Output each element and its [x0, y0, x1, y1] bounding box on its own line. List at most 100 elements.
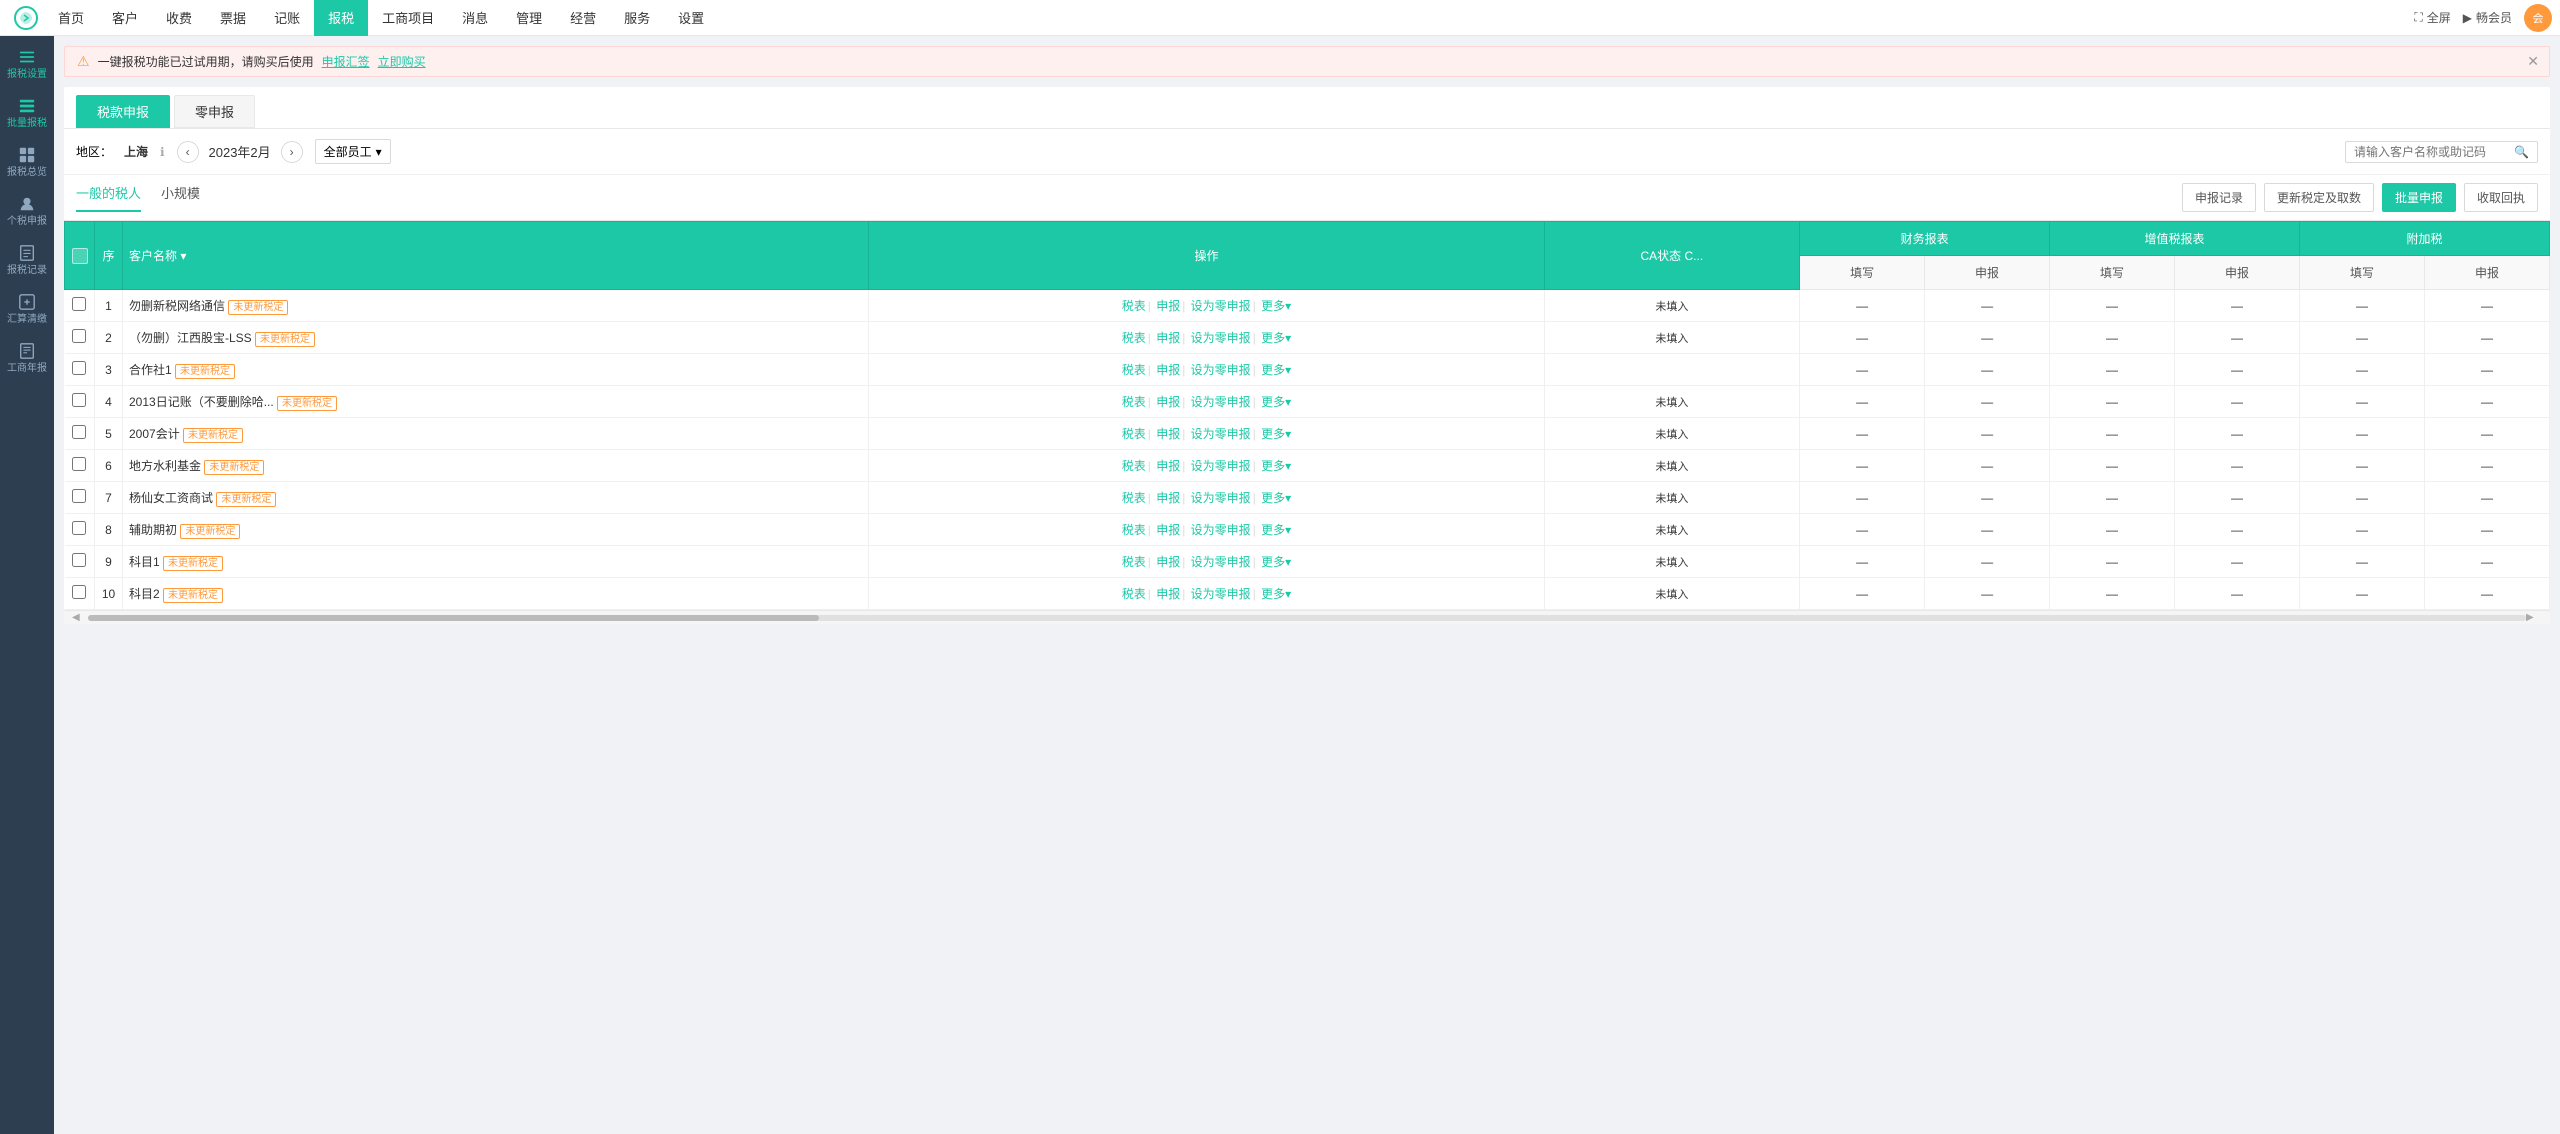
- tag-unupdated[interactable]: 未更新税定: [175, 364, 235, 379]
- row-checkbox-6[interactable]: [72, 457, 86, 471]
- tag-unupdated[interactable]: 未更新税定: [163, 588, 223, 603]
- tag-unupdated[interactable]: 未更新税定: [216, 492, 276, 507]
- op-declare[interactable]: 申报: [1156, 523, 1180, 537]
- op-more[interactable]: 更多▾: [1261, 555, 1291, 569]
- logo[interactable]: [8, 0, 44, 36]
- op-set-zero[interactable]: 设为零申报: [1191, 395, 1251, 409]
- sidebar-item-calc-clearance[interactable]: 汇算清缴: [0, 285, 54, 334]
- op-tax-form[interactable]: 税表: [1122, 331, 1146, 345]
- nav-service[interactable]: 服务: [610, 0, 664, 36]
- op-tax-form[interactable]: 税表: [1122, 587, 1146, 601]
- nav-tax[interactable]: 报税: [314, 0, 368, 36]
- op-more[interactable]: 更多▾: [1261, 427, 1291, 441]
- op-set-zero[interactable]: 设为零申报: [1191, 427, 1251, 441]
- region-info-icon[interactable]: ℹ: [160, 145, 165, 159]
- op-tax-form[interactable]: 税表: [1122, 395, 1146, 409]
- op-set-zero[interactable]: 设为零申报: [1191, 331, 1251, 345]
- bottom-scrollbar[interactable]: ◀ ▶: [64, 610, 2550, 624]
- scroll-thumb[interactable]: [88, 615, 819, 621]
- op-tax-form[interactable]: 税表: [1122, 299, 1146, 313]
- nav-billing[interactable]: 收费: [152, 0, 206, 36]
- fullscreen-btn[interactable]: ⛶ 全屏: [2414, 9, 2450, 26]
- row-checkbox-7[interactable]: [72, 489, 86, 503]
- nav-msg[interactable]: 消息: [448, 0, 502, 36]
- tag-unupdated[interactable]: 未更新税定: [183, 428, 243, 443]
- op-declare[interactable]: 申报: [1156, 555, 1180, 569]
- op-set-zero[interactable]: 设为零申报: [1191, 299, 1251, 313]
- op-set-zero[interactable]: 设为零申报: [1191, 363, 1251, 377]
- op-tax-form[interactable]: 税表: [1122, 363, 1146, 377]
- tag-unupdated[interactable]: 未更新税定: [255, 332, 315, 347]
- sidebar-item-biz-annual[interactable]: 工商年报: [0, 334, 54, 383]
- op-declare[interactable]: 申报: [1156, 427, 1180, 441]
- tag-unupdated[interactable]: 未更新税定: [204, 460, 264, 475]
- nav-accounting[interactable]: 记账: [260, 0, 314, 36]
- notice-link2[interactable]: 立即购买: [378, 53, 426, 70]
- sidebar-item-personal-tax[interactable]: 个税申报: [0, 187, 54, 236]
- op-declare[interactable]: 申报: [1156, 299, 1180, 313]
- declare-records-btn[interactable]: 申报记录: [2182, 183, 2256, 212]
- op-more[interactable]: 更多▾: [1261, 523, 1291, 537]
- nav-biz[interactable]: 工商项目: [368, 0, 448, 36]
- scroll-left-arrow[interactable]: ◀: [72, 612, 88, 623]
- op-set-zero[interactable]: 设为零申报: [1191, 523, 1251, 537]
- op-declare[interactable]: 申报: [1156, 491, 1180, 505]
- op-set-zero[interactable]: 设为零申报: [1191, 587, 1251, 601]
- op-more[interactable]: 更多▾: [1261, 395, 1291, 409]
- notice-close-icon[interactable]: ✕: [2527, 53, 2539, 70]
- op-set-zero[interactable]: 设为零申报: [1191, 459, 1251, 473]
- tag-unupdated[interactable]: 未更新税定: [180, 524, 240, 539]
- op-declare[interactable]: 申报: [1156, 363, 1180, 377]
- notice-link1[interactable]: 申报汇签: [322, 53, 370, 70]
- tag-unupdated[interactable]: 未更新税定: [228, 300, 288, 315]
- row-checkbox-9[interactable]: [72, 553, 86, 567]
- update-tax-btn[interactable]: 更新税定及取数: [2264, 183, 2374, 212]
- nav-customer[interactable]: 客户: [98, 0, 152, 36]
- op-declare[interactable]: 申报: [1156, 395, 1180, 409]
- taxpayer-tab-general[interactable]: 一般的税人: [76, 183, 141, 212]
- op-declare[interactable]: 申报: [1156, 587, 1180, 601]
- sidebar-item-tax-records[interactable]: 报税记录: [0, 236, 54, 285]
- row-checkbox-10[interactable]: [72, 585, 86, 599]
- nav-invoice[interactable]: 票据: [206, 0, 260, 36]
- search-icon[interactable]: 🔍: [2514, 145, 2529, 159]
- op-set-zero[interactable]: 设为零申报: [1191, 491, 1251, 505]
- tab-zero-declare[interactable]: 零申报: [174, 95, 255, 128]
- op-more[interactable]: 更多▾: [1261, 459, 1291, 473]
- row-checkbox-8[interactable]: [72, 521, 86, 535]
- row-checkbox-3[interactable]: [72, 361, 86, 375]
- op-tax-form[interactable]: 税表: [1122, 523, 1146, 537]
- op-more[interactable]: 更多▾: [1261, 299, 1291, 313]
- nav-settings[interactable]: 设置: [664, 0, 718, 36]
- row-checkbox-4[interactable]: [72, 393, 86, 407]
- op-set-zero[interactable]: 设为零申报: [1191, 555, 1251, 569]
- collect-receipt-btn[interactable]: 收取回执: [2464, 183, 2538, 212]
- sidebar-item-tax-overview[interactable]: 报税总览: [0, 138, 54, 187]
- tag-unupdated[interactable]: 未更新税定: [277, 396, 337, 411]
- row-checkbox-5[interactable]: [72, 425, 86, 439]
- op-tax-form[interactable]: 税表: [1122, 555, 1146, 569]
- op-more[interactable]: 更多▾: [1261, 331, 1291, 345]
- tag-unupdated[interactable]: 未更新税定: [163, 556, 223, 571]
- batch-declare-btn[interactable]: 批量申报: [2382, 183, 2456, 212]
- tab-tax-declare[interactable]: 税款申报: [76, 95, 170, 128]
- avatar[interactable]: 会: [2524, 4, 2552, 32]
- sidebar-item-batch-tax[interactable]: 批量报税: [0, 89, 54, 138]
- op-tax-form[interactable]: 税表: [1122, 459, 1146, 473]
- header-checkbox[interactable]: [72, 248, 88, 264]
- op-tax-form[interactable]: 税表: [1122, 427, 1146, 441]
- op-tax-form[interactable]: 税表: [1122, 491, 1146, 505]
- op-more[interactable]: 更多▾: [1261, 363, 1291, 377]
- date-next-btn[interactable]: ›: [281, 141, 303, 163]
- search-input[interactable]: [2354, 145, 2514, 159]
- row-checkbox-2[interactable]: [72, 329, 86, 343]
- vip-btn[interactable]: ▶ 畅会员: [2463, 9, 2512, 26]
- row-checkbox-1[interactable]: [72, 297, 86, 311]
- op-more[interactable]: 更多▾: [1261, 491, 1291, 505]
- scroll-right-arrow[interactable]: ▶: [2526, 612, 2542, 623]
- sidebar-item-tax-settings[interactable]: 报税设置: [0, 40, 54, 89]
- dept-select[interactable]: 全部员工 ▾: [315, 139, 391, 164]
- nav-operation[interactable]: 经营: [556, 0, 610, 36]
- taxpayer-tab-small[interactable]: 小规模: [161, 183, 200, 212]
- op-more[interactable]: 更多▾: [1261, 587, 1291, 601]
